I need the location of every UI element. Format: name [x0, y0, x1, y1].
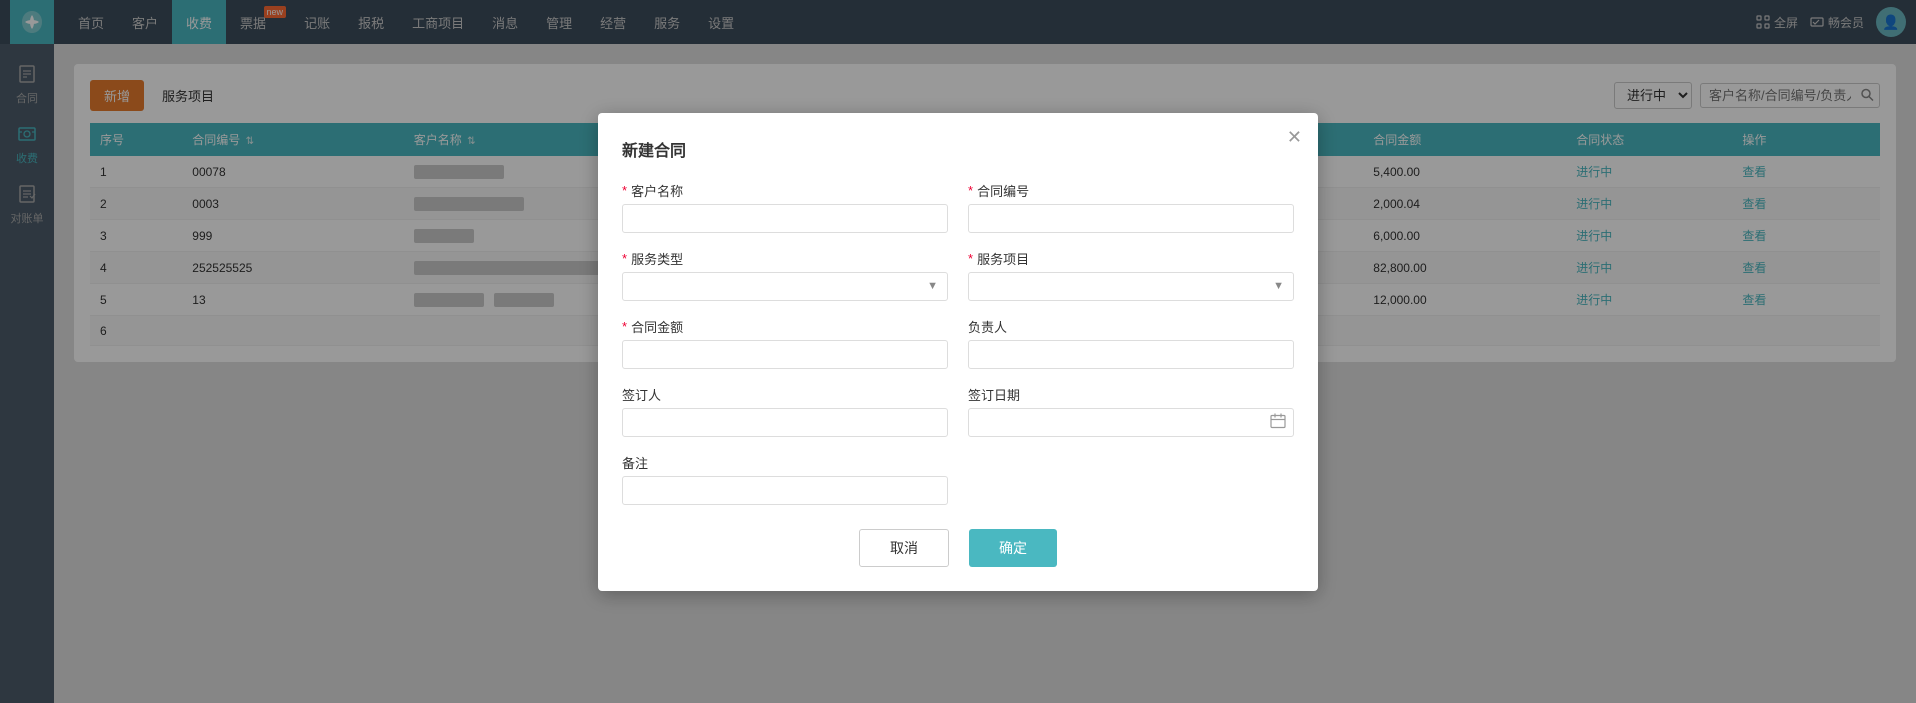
- responsible-input[interactable]: [968, 340, 1294, 369]
- amount-label: * 合同金额: [622, 317, 948, 336]
- signer-label: 签订人: [622, 385, 948, 404]
- amount-input[interactable]: 0.00: [622, 340, 948, 369]
- service-type-select[interactable]: [622, 272, 948, 301]
- form-group-customer-name: * 客户名称: [622, 181, 948, 233]
- contract-no-label: * 合同编号: [968, 181, 1294, 200]
- service-type-label: * 服务类型: [622, 249, 948, 268]
- note-label: 备注: [622, 453, 948, 472]
- form-group-service-type: * 服务类型 ▼: [622, 249, 948, 301]
- customer-name-input[interactable]: [622, 204, 948, 233]
- service-item-select[interactable]: [968, 272, 1294, 301]
- form-group-contract-no: * 合同编号: [968, 181, 1294, 233]
- new-contract-modal: ✕ 新建合同 * 客户名称 * 合同编号: [598, 113, 1318, 591]
- form-row-3: * 合同金额 0.00 负责人: [622, 317, 1294, 369]
- service-item-label: * 服务项目: [968, 249, 1294, 268]
- modal-close-button[interactable]: ✕: [1287, 127, 1302, 148]
- service-item-select-wrap: ▼: [968, 272, 1294, 301]
- form-group-note: 备注: [622, 453, 948, 505]
- cancel-button[interactable]: 取消: [859, 529, 949, 567]
- sign-date-label: 签订日期: [968, 385, 1294, 404]
- form-row-4: 签订人 签订日期 2023-06-06: [622, 385, 1294, 437]
- modal-footer: 取消 确定: [622, 529, 1294, 567]
- form-group-signer: 签订人: [622, 385, 948, 437]
- form-row-1: * 客户名称 * 合同编号: [622, 181, 1294, 233]
- contract-no-input[interactable]: [968, 204, 1294, 233]
- customer-name-label: * 客户名称: [622, 181, 948, 200]
- form-group-spacer: [968, 453, 1294, 505]
- note-input[interactable]: [622, 476, 948, 505]
- confirm-button[interactable]: 确定: [969, 529, 1057, 567]
- responsible-label: 负责人: [968, 317, 1294, 336]
- signer-input[interactable]: [622, 408, 948, 437]
- service-type-select-wrap: ▼: [622, 272, 948, 301]
- form-row-2: * 服务类型 ▼ * 服务项目: [622, 249, 1294, 301]
- form-group-sign-date: 签订日期 2023-06-06: [968, 385, 1294, 437]
- form-group-responsible: 负责人: [968, 317, 1294, 369]
- form-group-service-item: * 服务项目 ▼: [968, 249, 1294, 301]
- form-row-5: 备注: [622, 453, 1294, 505]
- sign-date-wrap: 2023-06-06: [968, 408, 1294, 437]
- modal-overlay: ✕ 新建合同 * 客户名称 * 合同编号: [0, 0, 1916, 703]
- modal-title: 新建合同: [622, 137, 1294, 161]
- sign-date-input[interactable]: 2023-06-06: [968, 408, 1294, 437]
- form-group-amount: * 合同金额 0.00: [622, 317, 948, 369]
